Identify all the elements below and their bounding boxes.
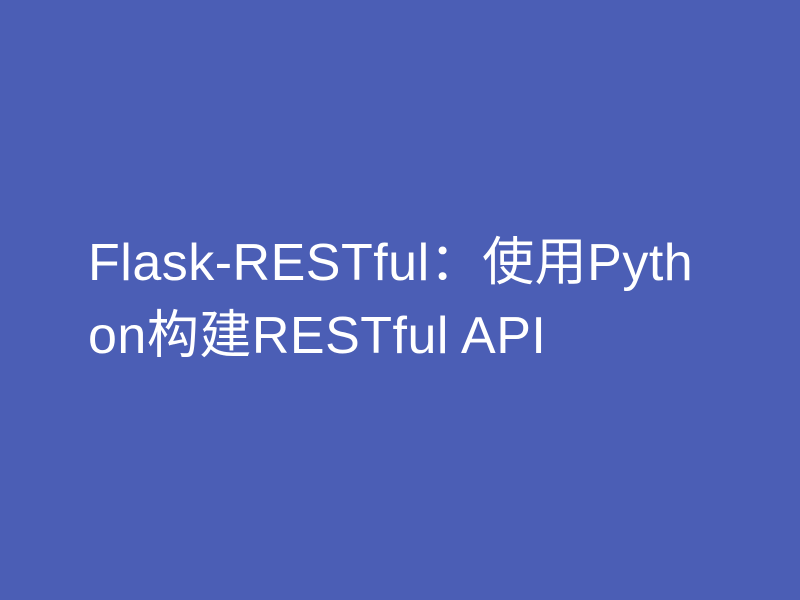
content-container: Flask-RESTful：使用Python构建RESTful API bbox=[0, 227, 800, 373]
card-title: Flask-RESTful：使用Python构建RESTful API bbox=[88, 227, 712, 373]
